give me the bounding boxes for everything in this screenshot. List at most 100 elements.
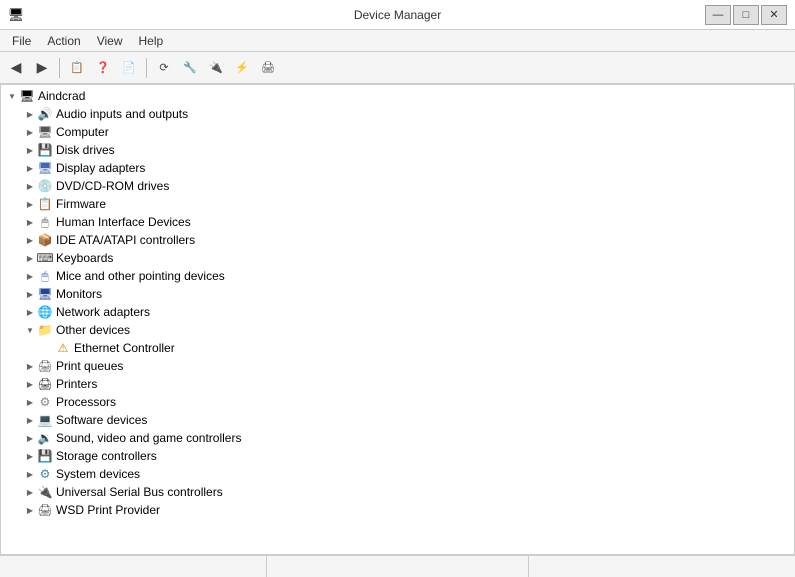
icon-firmware: 📋 [37,196,53,212]
label-printq: Print queues [56,359,123,373]
tree-item-network[interactable]: 🌐Network adapters [1,303,794,321]
toggle-sound[interactable] [23,431,37,445]
toggle-printq[interactable] [23,359,37,373]
close-button[interactable]: ✕ [761,5,787,25]
status-seg-1 [4,556,267,577]
icon-usb: 🔌 [37,484,53,500]
toggle-wsd[interactable] [23,503,37,517]
toggle-hid[interactable] [23,215,37,229]
tree-item-wsd[interactable]: 🖨WSD Print Provider [1,501,794,519]
toggle-other[interactable] [23,323,37,337]
toggle-keyboard[interactable] [23,251,37,265]
maximize-button[interactable]: □ [733,5,759,25]
tree-item-sound[interactable]: 🔉Sound, video and game controllers [1,429,794,447]
menu-file[interactable]: File [4,32,39,50]
toggle-mice[interactable] [23,269,37,283]
menu-help[interactable]: Help [131,32,172,50]
toolbar-uninstall[interactable]: 🖨 [256,56,280,80]
tree-root[interactable]: 🖥 Aindcrad [1,87,794,105]
icon-ethernet: ⚠ [55,340,71,356]
toggle-proc[interactable] [23,395,37,409]
toolbar-properties[interactable]: 📋 [65,56,89,80]
tree-item-other[interactable]: 📁Other devices [1,321,794,339]
icon-sound: 🔉 [37,430,53,446]
toggle-system[interactable] [23,467,37,481]
toggle-monitors[interactable] [23,287,37,301]
icon-ide: 📦 [37,232,53,248]
tree-item-audio[interactable]: 🔊Audio inputs and outputs [1,105,794,123]
tree-item-proc[interactable]: ⚙Processors [1,393,794,411]
toggle-storage[interactable] [23,449,37,463]
icon-system: ⚙ [37,466,53,482]
tree-items-container: 🔊Audio inputs and outputs🖥Computer💾Disk … [1,105,794,519]
label-printers: Printers [56,377,97,391]
label-network: Network adapters [56,305,150,319]
menu-action[interactable]: Action [39,32,88,50]
icon-software: 💻 [37,412,53,428]
toggle-firmware[interactable] [23,197,37,211]
content-area: 🖥 Aindcrad 🔊Audio inputs and outputs🖥Com… [0,84,795,555]
toolbar-update[interactable]: 🔧 [178,56,202,80]
tree-item-ide[interactable]: 📦IDE ATA/ATAPI controllers [1,231,794,249]
toolbar-sep-2 [146,58,147,78]
icon-display: 🖥 [37,160,53,176]
tree-item-display[interactable]: 🖥Display adapters [1,159,794,177]
label-sound: Sound, video and game controllers [56,431,241,445]
icon-computer: 🖥 [37,124,53,140]
tree-item-dvd[interactable]: 💿DVD/CD-ROM drives [1,177,794,195]
toggle-usb[interactable] [23,485,37,499]
tree-item-printq[interactable]: 🖨Print queues [1,357,794,375]
icon-hid: 🖱 [37,214,53,230]
tree-item-system[interactable]: ⚙System devices [1,465,794,483]
label-dvd: DVD/CD-ROM drives [56,179,169,193]
menu-bar: File Action View Help [0,30,795,52]
root-toggle[interactable] [5,89,19,103]
icon-dvd: 💿 [37,178,53,194]
toolbar-scan[interactable]: ⟳ [152,56,176,80]
tree-item-disk[interactable]: 💾Disk drives [1,141,794,159]
icon-printers: 🖨 [37,376,53,392]
toggle-software[interactable] [23,413,37,427]
toolbar-back[interactable]: ◀ [4,56,28,80]
tree-item-storage[interactable]: 💾Storage controllers [1,447,794,465]
minimize-button[interactable]: — [705,5,731,25]
tree-item-hid[interactable]: 🖱Human Interface Devices [1,213,794,231]
status-seg-2 [267,556,530,577]
toolbar-forward[interactable]: ▶ [30,56,54,80]
label-audio: Audio inputs and outputs [56,107,188,121]
label-wsd: WSD Print Provider [56,503,160,517]
label-hid: Human Interface Devices [56,215,191,229]
toolbar-disable[interactable]: ⚡ [230,56,254,80]
toggle-computer[interactable] [23,125,37,139]
toggle-display[interactable] [23,161,37,175]
tree-item-monitors[interactable]: 🖥Monitors [1,285,794,303]
menu-view[interactable]: View [89,32,131,50]
icon-audio: 🔊 [37,106,53,122]
tree-item-software[interactable]: 💻Software devices [1,411,794,429]
tree-item-firmware[interactable]: 📋Firmware [1,195,794,213]
toolbar-help[interactable]: ❓ [91,56,115,80]
toggle-dvd[interactable] [23,179,37,193]
tree-item-ethernet[interactable]: ⚠Ethernet Controller [1,339,794,357]
toolbar-enable[interactable]: 🔌 [204,56,228,80]
tree-item-mice[interactable]: 🖱Mice and other pointing devices [1,267,794,285]
tree-item-computer[interactable]: 🖥Computer [1,123,794,141]
tree-item-printers[interactable]: 🖨Printers [1,375,794,393]
tree-container[interactable]: 🖥 Aindcrad 🔊Audio inputs and outputs🖥Com… [1,85,794,554]
status-bar [0,555,795,577]
toggle-network[interactable] [23,305,37,319]
label-usb: Universal Serial Bus controllers [56,485,223,499]
icon-other: 📁 [37,322,53,338]
label-keyboard: Keyboards [56,251,113,265]
toggle-printers[interactable] [23,377,37,391]
label-ethernet: Ethernet Controller [74,341,175,355]
tree-item-usb[interactable]: 🔌Universal Serial Bus controllers [1,483,794,501]
toggle-audio[interactable] [23,107,37,121]
label-software: Software devices [56,413,147,427]
toggle-ide[interactable] [23,233,37,247]
label-computer: Computer [56,125,109,139]
tree-item-keyboard[interactable]: ⌨Keyboards [1,249,794,267]
toggle-disk[interactable] [23,143,37,157]
toolbar-view[interactable]: 📄 [117,56,141,80]
icon-disk: 💾 [37,142,53,158]
